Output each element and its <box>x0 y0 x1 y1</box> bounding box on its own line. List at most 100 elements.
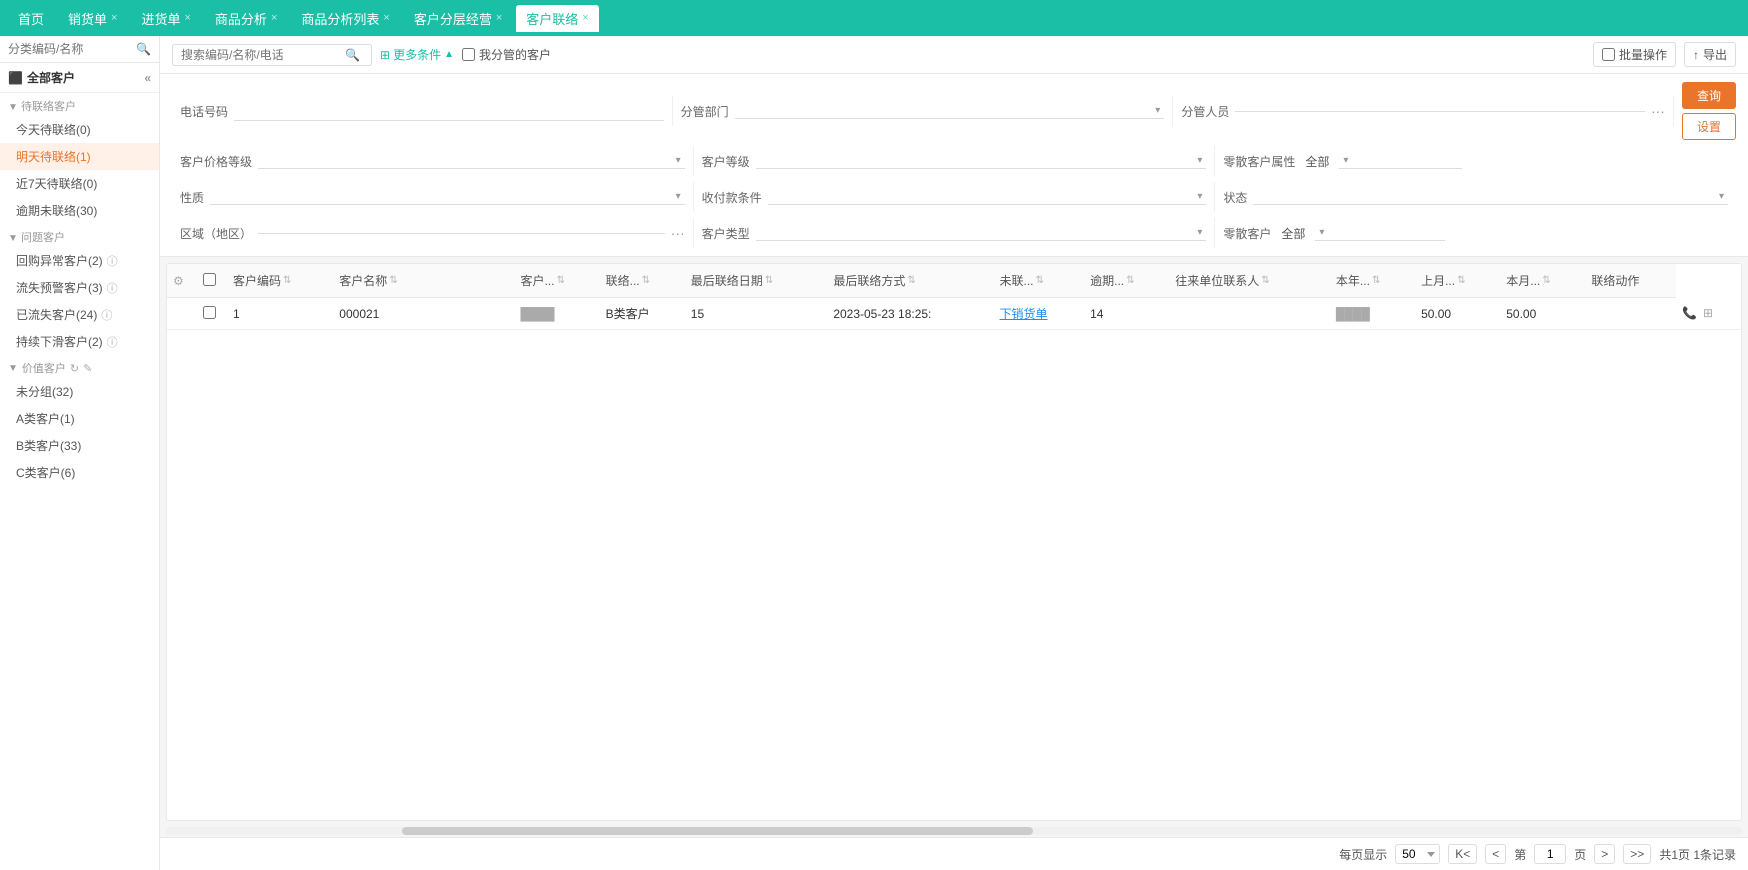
payment-label: 收付款条件 <box>702 189 762 206</box>
all-customers-label: 全部客户 <box>27 69 75 86</box>
sidebar-item-ungrouped[interactable]: 未分组(32) <box>0 378 159 405</box>
close-customer-contact-tab[interactable]: × <box>582 12 588 24</box>
more-conditions-btn[interactable]: ⊞ 更多条件 ▲ <box>380 46 454 63</box>
sort-icon-contact-person: ⇅ <box>1261 275 1269 286</box>
col-last-month[interactable]: 上月... ⇅ <box>1415 264 1500 298</box>
chevron-up-icon: ▲ <box>444 49 454 60</box>
nav-product-analysis-list[interactable]: 商品分析列表 × <box>291 5 399 32</box>
row-select-checkbox[interactable] <box>203 306 216 319</box>
table-row: 1 000021 ████ B类客户 15 2023-05-23 18:25: … <box>167 298 1741 330</box>
col-code[interactable]: 客户编码 ⇅ <box>227 264 333 298</box>
close-product-analysis-list-tab[interactable]: × <box>383 12 389 24</box>
query-button[interactable]: 查询 <box>1682 82 1736 109</box>
col-unlisted[interactable]: 未联... ⇅ <box>994 264 1085 298</box>
sidebar-item-class-b[interactable]: B类客户(33) <box>0 432 159 459</box>
status-label: 状态 <box>1223 189 1247 206</box>
close-customer-tier-tab[interactable]: × <box>496 12 502 24</box>
customer-type-label: 客户类型 <box>702 225 750 242</box>
sidebar-item-week[interactable]: 近7天待联络(0) <box>0 170 159 197</box>
filter-actions: 查询 设置 <box>1674 82 1736 140</box>
price-grade-chevron: ▾ <box>676 155 681 166</box>
my-customers-checkbox-label[interactable]: 我分管的客户 <box>462 46 551 63</box>
col-type[interactable]: 客户... ⇅ <box>514 264 599 298</box>
nav-customer-contact[interactable]: 客户联络 × <box>516 5 598 32</box>
sidebar-item-today[interactable]: 今天待联络(0) <box>0 116 159 143</box>
sidebar-item-tomorrow[interactable]: 明天待联络(1) <box>0 143 159 170</box>
data-table: ⚙ 客户编码 ⇅ 客户名称 <box>167 264 1741 330</box>
close-sales-tab[interactable]: × <box>111 12 117 24</box>
customer-grade-select[interactable]: ▾ <box>756 153 1207 169</box>
last-method-link[interactable]: 下销货单 <box>1000 307 1048 321</box>
retail-attr-select[interactable]: ▾ <box>1339 153 1461 169</box>
table-header-row: ⚙ 客户编码 ⇅ 客户名称 <box>167 264 1741 298</box>
content-area: 🔍 ⊞ 更多条件 ▲ 我分管的客户 批量操作 ↑ 导出 <box>160 36 1748 870</box>
nav-purchase[interactable]: 进货单 × <box>131 5 200 32</box>
nav-sales[interactable]: 销货单 × <box>58 5 127 32</box>
call-icon[interactable]: 📞 <box>1682 306 1697 320</box>
sidebar-item-repurchase-anomaly[interactable]: 回购异常客户(2) ⓘ <box>0 247 159 274</box>
customer-type-select[interactable]: ▾ <box>756 225 1207 241</box>
sidebar-item-churned[interactable]: 已流失客户(24) ⓘ <box>0 301 159 328</box>
row-gear <box>167 298 197 330</box>
close-purchase-tab[interactable]: × <box>184 12 190 24</box>
col-this-month[interactable]: 本月... ⇅ <box>1500 264 1585 298</box>
next-page-btn[interactable]: > <box>1594 844 1615 864</box>
phone-input[interactable] <box>234 102 664 121</box>
price-grade-label: 客户价格等级 <box>180 153 252 170</box>
first-page-btn[interactable]: K< <box>1448 844 1477 864</box>
close-product-analysis-tab[interactable]: × <box>271 12 277 24</box>
reset-button[interactable]: 设置 <box>1682 113 1736 140</box>
col-last-method[interactable]: 最后联络方式 ⇅ <box>827 264 993 298</box>
sidebar-item-declining[interactable]: 持续下滑客户(2) ⓘ <box>0 328 159 355</box>
nav-home[interactable]: 首页 <box>8 5 54 32</box>
col-contact-count[interactable]: 联络... ⇅ <box>600 264 685 298</box>
nature-select[interactable]: ▾ <box>210 189 685 205</box>
sort-icon-contact: ⇅ <box>642 275 650 286</box>
collapse-icon[interactable]: « <box>144 71 151 85</box>
sidebar-search-icon[interactable]: 🔍 <box>136 42 151 56</box>
nav-customer-tier[interactable]: 客户分层经营 × <box>404 5 512 32</box>
sidebar-item-class-a[interactable]: A类客户(1) <box>0 405 159 432</box>
grid-icon[interactable]: ⊞ <box>1703 306 1713 320</box>
horizontal-scrollbar[interactable] <box>166 827 1742 835</box>
sidebar-search-input[interactable] <box>8 42 132 56</box>
col-overdue[interactable]: 逾期... ⇅ <box>1084 264 1169 298</box>
last-page-btn[interactable]: >> <box>1623 844 1651 864</box>
main-search-input[interactable] <box>181 48 341 62</box>
grid-icon: ⬛ <box>8 71 23 85</box>
dept-select[interactable]: ▾ <box>735 103 1165 119</box>
sidebar-item-overdue[interactable]: 逾期未联络(30) <box>0 197 159 224</box>
region-dots[interactable]: ··· <box>671 225 685 241</box>
payment-select[interactable]: ▾ <box>768 189 1207 205</box>
value-customer-group-label: ▼ 价值客户 ↻ ✎ <box>0 355 159 378</box>
customer-grade-label: 客户等级 <box>702 153 750 170</box>
per-page-select[interactable]: 50 10 20 100 <box>1395 844 1440 864</box>
status-select[interactable]: ▾ <box>1253 189 1728 205</box>
person-dots[interactable]: ··· <box>1651 103 1665 119</box>
refresh-icon[interactable]: ↻ <box>70 362 79 375</box>
price-grade-select[interactable]: ▾ <box>258 153 685 169</box>
col-last-date[interactable]: 最后联络日期 ⇅ <box>685 264 828 298</box>
sidebar-item-class-c[interactable]: C类客户(6) <box>0 459 159 486</box>
col-this-year[interactable]: 本年... ⇅ <box>1330 264 1415 298</box>
bulk-action-btn[interactable]: 批量操作 <box>1593 42 1676 67</box>
filter-cell-price-grade: 客户价格等级 ▾ <box>172 146 694 176</box>
settings-icon[interactable]: ⚙ <box>173 274 184 288</box>
col-contact-person[interactable]: 往来单位联系人 ⇅ <box>1169 264 1330 298</box>
filter-cell-retail-attr: 零散客户属性 全部 ▾ <box>1215 146 1736 176</box>
main-search-icon[interactable]: 🔍 <box>345 48 360 62</box>
sidebar-item-churn-warning[interactable]: 流失预警客户(3) ⓘ <box>0 274 159 301</box>
row-type: B类客户 <box>600 298 685 330</box>
prev-page-btn[interactable]: < <box>1485 844 1506 864</box>
col-name[interactable]: 客户名称 ⇅ <box>333 264 514 298</box>
edit-icon[interactable]: ✎ <box>83 362 92 375</box>
region-input <box>258 233 665 234</box>
all-customers-header: ⬛ 全部客户 « <box>0 63 159 93</box>
retail-customer-select[interactable]: ▾ <box>1315 225 1444 241</box>
nav-product-analysis[interactable]: 商品分析 × <box>205 5 287 32</box>
page-suffix-label: 页 <box>1574 846 1586 863</box>
select-all-checkbox[interactable] <box>203 273 216 286</box>
page-number-input[interactable] <box>1534 844 1566 864</box>
my-customers-checkbox[interactable] <box>462 48 475 61</box>
export-btn[interactable]: ↑ 导出 <box>1684 42 1736 67</box>
